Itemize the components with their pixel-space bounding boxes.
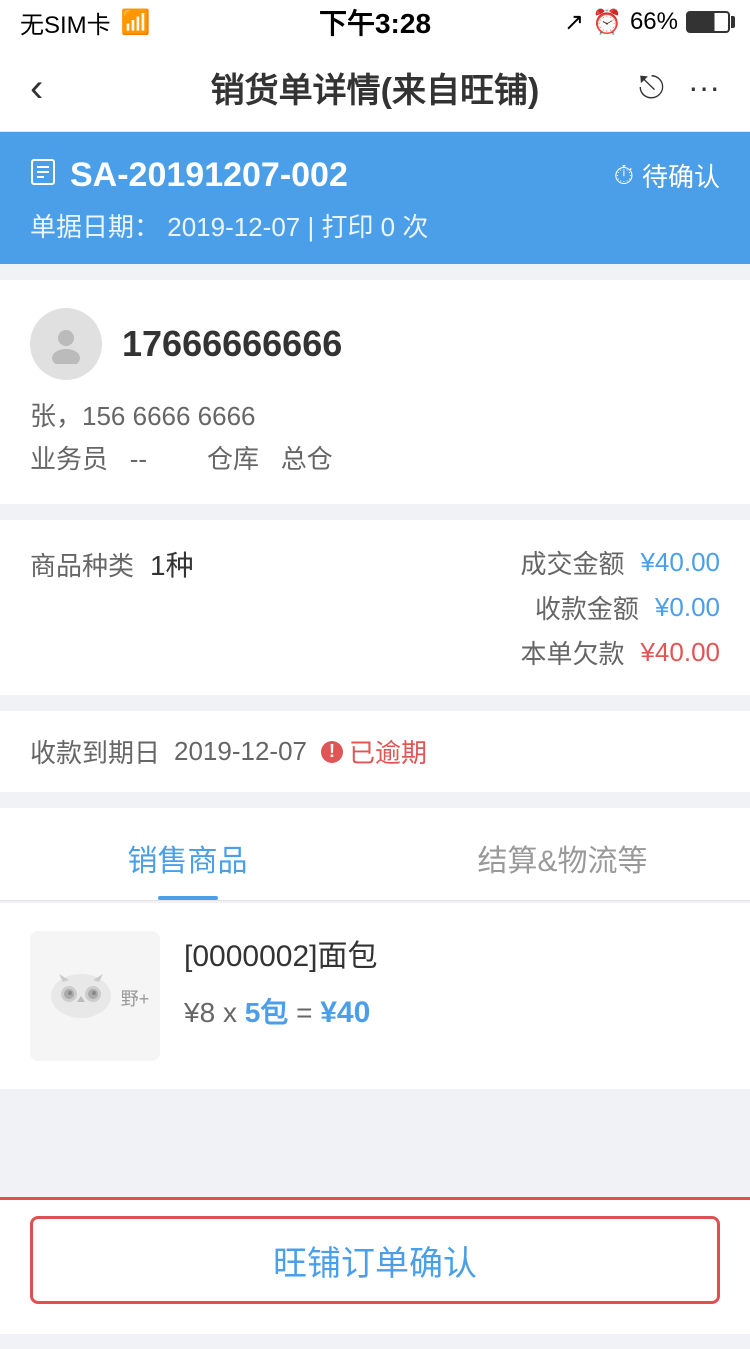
order-number: SA-20191207-002 [30,156,348,195]
tabs: 销售商品 结算&物流等 [0,808,750,900]
tab-products[interactable]: 销售商品 [0,808,375,900]
price-value: ¥8 [184,997,215,1028]
page-title: 销货单详情(来自旺铺) [211,63,540,112]
debt-label: 本单欠款 [520,634,624,671]
status-bar-time: 下午3:28 [319,2,431,42]
nav-actions: ⎋ ··· [639,69,720,107]
type-value: 1种 [150,544,194,584]
status-bar-right: ↗ ⏰ 66% [564,8,730,37]
more-icon[interactable]: ··· [688,69,720,106]
receipt-value: ¥0.00 [655,592,720,623]
order-status: ⏱ 待确认 [614,157,720,194]
status-bar-left: 无SIM卡 📶 [20,5,151,40]
due-date-value: 2019-12-07 [174,736,307,767]
stats-left: 商品种类 1种 [30,544,520,584]
customer-card: 17666666666 张，156 6666 6666 业务员 -- 仓库 总仓 [0,280,750,504]
overdue-text: 已逾期 [349,733,427,770]
order-status-text: 待确认 [642,157,720,194]
location-icon: ↗ [564,8,584,37]
order-number-text: SA-20191207-002 [70,156,348,195]
product-info: [0000002]面包 ¥8 x 5包 = ¥40 [184,931,720,1031]
customer-staff-row: 业务员 -- 仓库 总仓 [30,439,720,476]
due-date-card: 收款到期日 2019-12-07 ! 已逾期 [0,711,750,792]
staff-label: 业务员 -- [30,439,147,476]
avatar [30,308,102,380]
product-card: 野+ [0000002]面包 ¥8 x 5包 = ¥40 [0,903,750,1089]
type-label: 商品种类 [30,546,134,583]
nav-bar: ‹ 销货单详情(来自旺铺) ⎋ ··· [0,44,750,132]
customer-contact: 张，156 6666 6666 [30,396,720,433]
due-date-label: 收款到期日 [30,733,160,770]
alarm-icon: ⏰ [592,8,622,37]
amount-value: ¥40.00 [640,547,720,578]
receipt-label: 收款金额 [535,589,639,626]
total-value: ¥40 [320,996,370,1029]
equals-sign: = [296,997,320,1028]
date-label: 单据日期： [30,212,160,242]
staff-value: -- [130,444,147,474]
battery-icon [686,11,730,33]
confirm-button-label: 旺铺订单确认 [273,1236,477,1285]
order-date: 2019-12-07 [167,212,300,242]
print-info: | 打印 0 次 [307,212,428,242]
share-icon[interactable]: ⎋ [639,69,664,107]
warehouse-label: 仓库 总仓 [207,439,333,476]
tab-settlement[interactable]: 结算&物流等 [375,808,750,900]
stats-right: 成交金额 ¥40.00 收款金额 ¥0.00 本单欠款 ¥40.00 [520,544,720,671]
product-name: [0000002]面包 [184,931,720,975]
warehouse-value: 总仓 [281,444,333,474]
amount-row: 成交金额 ¥40.00 [520,544,720,581]
status-clock-icon: ⏱ [614,160,634,192]
wifi-icon: 📶 [121,8,151,37]
overdue-badge: ! 已逾期 [321,733,427,770]
receipt-row: 收款金额 ¥0.00 [535,589,720,626]
debt-row: 本单欠款 ¥40.00 [520,634,720,671]
customer-phone: 17666666666 [122,323,342,365]
overdue-icon: ! [321,741,343,763]
debt-value: ¥40.00 [640,637,720,668]
order-meta: 单据日期： 2019-12-07 | 打印 0 次 [30,207,720,244]
quantity-value: 5包 [245,997,289,1028]
order-icon [30,156,60,195]
product-thumbnail: 野+ [30,931,160,1061]
carrier-text: 无SIM卡 [20,5,111,40]
battery-text: 66% [630,8,678,36]
confirm-button[interactable]: 旺铺订单确认 [30,1216,720,1304]
back-button[interactable]: ‹ [30,68,43,108]
multiply-sign: x [223,997,245,1028]
stats-card: 商品种类 1种 成交金额 ¥40.00 收款金额 ¥0.00 本单欠款 ¥40.… [0,520,750,695]
amount-label: 成交金额 [520,544,624,581]
product-price: ¥8 x 5包 = ¥40 [184,991,720,1031]
status-bar: 无SIM卡 📶 下午3:28 ↗ ⏰ 66% [0,0,750,44]
tabs-container: 销售商品 结算&物流等 [0,808,750,901]
confirm-button-container: 旺铺订单确认 [0,1197,750,1334]
order-header-card: SA-20191207-002 ⏱ 待确认 单据日期： 2019-12-07 |… [0,132,750,264]
